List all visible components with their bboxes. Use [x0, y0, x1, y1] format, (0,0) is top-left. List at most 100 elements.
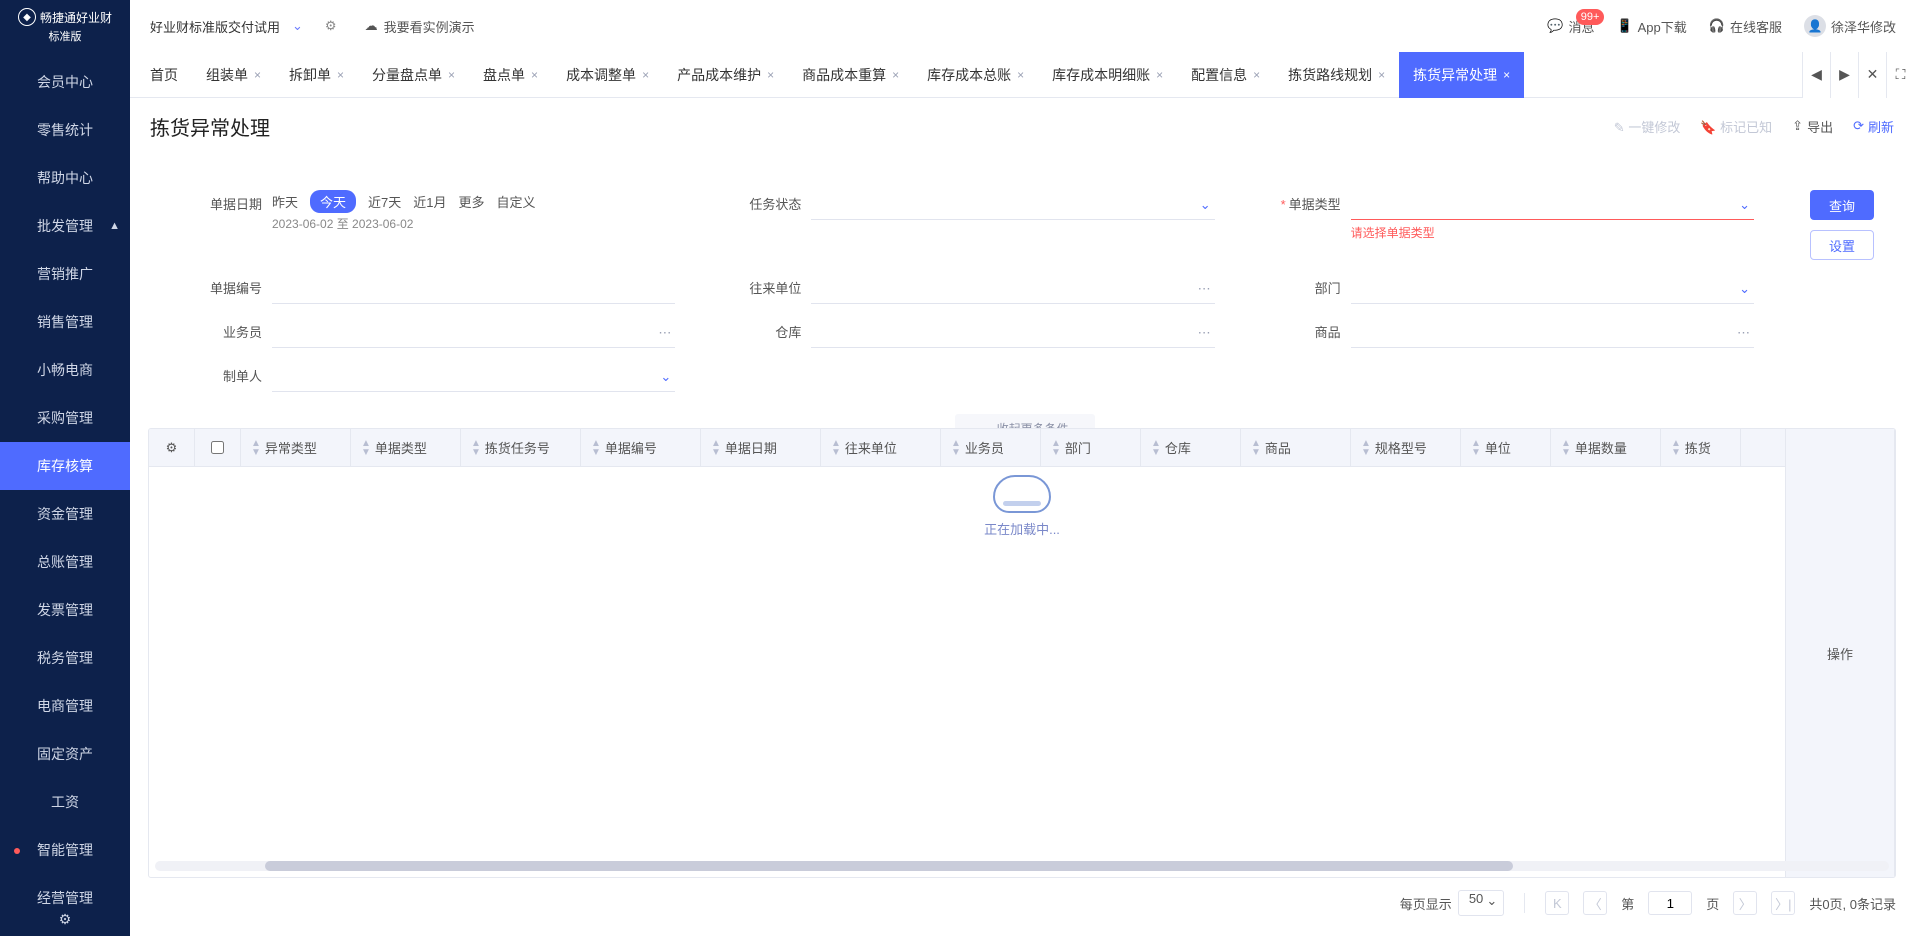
tab-1[interactable]: 组装单× — [192, 52, 275, 98]
trial-selector[interactable]: 好业财标准版交付试用 ⌄ — [150, 17, 303, 36]
input-partner[interactable]: ⋯ — [811, 274, 1214, 304]
tab-4[interactable]: 盘点单× — [469, 52, 552, 98]
action-refresh[interactable]: ⟳ 刷新 — [1853, 117, 1894, 136]
date-chip-0[interactable]: 昨天 — [272, 192, 298, 211]
online-service[interactable]: 🎧 在线客服 — [1709, 17, 1782, 36]
sort-icon[interactable]: ▲▼ — [591, 439, 601, 457]
date-chip-2[interactable]: 近7天 — [368, 192, 401, 211]
sidebar-item-1[interactable]: 零售统计 — [0, 106, 130, 154]
more-icon[interactable]: ⋯ — [1737, 325, 1750, 341]
tabs-fullscreen[interactable]: ⛶ — [1886, 52, 1914, 98]
sort-icon[interactable]: ▲▼ — [1471, 439, 1481, 457]
date-chip-4[interactable]: 更多 — [459, 192, 485, 211]
input-maker[interactable]: ⌄ — [272, 362, 675, 392]
btn-query[interactable]: 查询 — [1810, 190, 1874, 220]
input-task-status[interactable]: ⌄ — [811, 190, 1214, 220]
close-icon[interactable]: × — [767, 68, 774, 82]
sort-icon[interactable]: ▲▼ — [1361, 439, 1371, 457]
close-icon[interactable]: × — [531, 68, 538, 82]
sort-icon[interactable]: ▲▼ — [1671, 439, 1681, 457]
column-header[interactable]: ▲▼异常类型 — [241, 429, 351, 466]
close-icon[interactable]: × — [892, 68, 899, 82]
column-header[interactable]: ▲▼单据编号 — [581, 429, 701, 466]
column-header[interactable]: ▲▼拣货 — [1661, 429, 1741, 466]
sort-icon[interactable]: ▲▼ — [1051, 439, 1061, 457]
column-header[interactable]: ▲▼商品 — [1241, 429, 1351, 466]
close-icon[interactable]: × — [1156, 68, 1163, 82]
more-icon[interactable]: ⋯ — [658, 325, 671, 341]
tab-5[interactable]: 成本调整单× — [552, 52, 663, 98]
close-icon[interactable]: × — [1503, 68, 1510, 82]
sidebar-item-4[interactable]: 营销推广 — [0, 250, 130, 298]
input-dept[interactable]: ⌄ — [1351, 274, 1754, 304]
close-icon[interactable]: × — [254, 68, 261, 82]
column-header[interactable]: ▲▼业务员 — [941, 429, 1041, 466]
column-checkbox[interactable] — [195, 429, 241, 466]
sort-icon[interactable]: ▲▼ — [951, 439, 961, 457]
sidebar-item-15[interactable]: 工资 — [0, 778, 130, 826]
sidebar-item-0[interactable]: 会员中心 — [0, 58, 130, 106]
gear-icon[interactable]: ⚙ — [325, 18, 337, 34]
sidebar-item-14[interactable]: 固定资产 — [0, 730, 130, 778]
input-warehouse[interactable]: ⋯ — [811, 318, 1214, 348]
btn-setting[interactable]: 设置 — [1810, 230, 1874, 260]
sort-icon[interactable]: ▲▼ — [1151, 439, 1161, 457]
date-chip-1[interactable]: 今天 — [310, 190, 356, 213]
messages[interactable]: 💬 消息 99+ — [1547, 17, 1594, 36]
more-icon[interactable]: ⋯ — [1198, 281, 1211, 297]
sidebar-item-6[interactable]: 小畅电商 — [0, 346, 130, 394]
column-header[interactable]: ▲▼往来单位 — [821, 429, 941, 466]
sort-icon[interactable]: ▲▼ — [1561, 439, 1571, 457]
pager-prev[interactable]: 〈 — [1583, 891, 1607, 915]
app-download[interactable]: 📱 App下载 — [1616, 17, 1686, 36]
tab-9[interactable]: 库存成本明细账× — [1038, 52, 1177, 98]
sidebar-item-3[interactable]: 批发管理▲ — [0, 202, 130, 250]
sidebar-item-2[interactable]: 帮助中心 — [0, 154, 130, 202]
sort-icon[interactable]: ▲▼ — [711, 439, 721, 457]
close-icon[interactable]: × — [1017, 68, 1024, 82]
pager-first[interactable]: K — [1545, 891, 1569, 915]
sidebar-item-10[interactable]: 总账管理 — [0, 538, 130, 586]
close-icon[interactable]: × — [448, 68, 455, 82]
sidebar-item-5[interactable]: 销售管理 — [0, 298, 130, 346]
pager-next[interactable]: 〉 — [1733, 891, 1757, 915]
sidebar-item-13[interactable]: 电商管理 — [0, 682, 130, 730]
column-header[interactable]: ▲▼拣货任务号 — [461, 429, 581, 466]
demo-link[interactable]: ☁ 我要看实例演示 — [365, 17, 475, 36]
tabs-scroll-right[interactable]: ▶ — [1830, 52, 1858, 98]
horizontal-scrollbar[interactable] — [155, 861, 1889, 871]
sidebar-item-8[interactable]: 库存核算 — [0, 442, 130, 490]
tab-0[interactable]: 首页 — [136, 52, 192, 98]
close-icon[interactable]: × — [1253, 68, 1260, 82]
sidebar-item-11[interactable]: 发票管理 — [0, 586, 130, 634]
column-header[interactable]: ▲▼单据日期 — [701, 429, 821, 466]
tab-3[interactable]: 分量盘点单× — [358, 52, 469, 98]
sort-icon[interactable]: ▲▼ — [1251, 439, 1261, 457]
input-doc-type[interactable]: ⌄ — [1351, 190, 1754, 220]
more-icon[interactable]: ⋯ — [1198, 325, 1211, 341]
column-header[interactable]: ▲▼单位 — [1461, 429, 1551, 466]
input-product[interactable]: ⋯ — [1351, 318, 1754, 348]
input-doc-no[interactable] — [272, 274, 675, 304]
column-header[interactable]: ▲▼规格型号 — [1351, 429, 1461, 466]
tabs-scroll-left[interactable]: ◀ — [1802, 52, 1830, 98]
date-chip-3[interactable]: 近1月 — [413, 192, 446, 211]
pager-last[interactable]: 〉| — [1771, 891, 1795, 915]
sort-icon[interactable]: ▲▼ — [471, 439, 481, 457]
tab-7[interactable]: 商品成本重算× — [788, 52, 913, 98]
tabs-close[interactable]: ✕ — [1858, 52, 1886, 98]
column-header[interactable]: ▲▼部门 — [1041, 429, 1141, 466]
close-icon[interactable]: × — [337, 68, 344, 82]
sidebar-settings[interactable]: ⚙ — [0, 902, 130, 936]
column-header[interactable]: ▲▼仓库 — [1141, 429, 1241, 466]
column-header[interactable]: ▲▼单据类型 — [351, 429, 461, 466]
tab-12[interactable]: 拣货异常处理× — [1399, 52, 1524, 98]
tab-2[interactable]: 拆卸单× — [275, 52, 358, 98]
action-export[interactable]: ⇪ 导出 — [1792, 117, 1833, 136]
page-input[interactable] — [1648, 891, 1692, 915]
tab-10[interactable]: 配置信息× — [1177, 52, 1274, 98]
sort-icon[interactable]: ▲▼ — [251, 439, 261, 457]
column-settings[interactable]: ⚙ — [149, 429, 195, 466]
input-sales[interactable]: ⋯ — [272, 318, 675, 348]
close-icon[interactable]: × — [1378, 68, 1385, 82]
